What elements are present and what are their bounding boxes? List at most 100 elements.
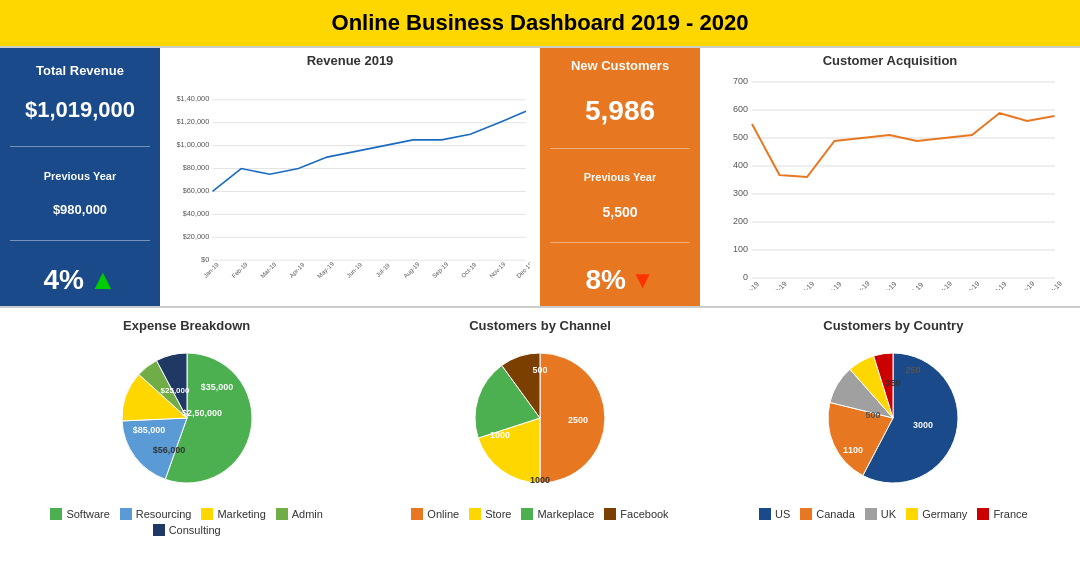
country-title: Customers by Country: [823, 318, 963, 333]
acquisition-chart-area: Customer Acquisition 0 100 200 300 400 5…: [700, 48, 1080, 306]
expense-pie: [122, 353, 252, 483]
new-customers-value: 5,986: [585, 95, 655, 127]
store-label: Store: [485, 508, 511, 520]
svg-text:$85,000: $85,000: [132, 425, 165, 435]
consulting-label: Consulting: [169, 524, 221, 536]
online-label: Online: [427, 508, 459, 520]
total-revenue-label: Total Revenue: [36, 63, 124, 78]
svg-text:500: 500: [532, 365, 547, 375]
legend-facebook: Facebook: [604, 508, 668, 520]
marketing-label: Marketing: [217, 508, 265, 520]
marketplace-label: Markeplace: [537, 508, 594, 520]
uk-color: [865, 508, 877, 520]
canada-label: Canada: [816, 508, 855, 520]
legend-marketing: Marketing: [201, 508, 265, 520]
svg-text:Dec-19: Dec-19: [1042, 280, 1063, 290]
acquisition-chart-title: Customer Acquisition: [710, 53, 1070, 68]
svg-text:May-19: May-19: [316, 260, 336, 280]
total-revenue-value: $1,019,000: [25, 97, 135, 123]
svg-text:Mar-19: Mar-19: [259, 260, 278, 279]
admin-label: Admin: [292, 508, 323, 520]
legend-france: France: [977, 508, 1027, 520]
svg-text:Sep-19: Sep-19: [960, 280, 982, 290]
svg-text:Sep-19: Sep-19: [430, 260, 449, 279]
nc-prev-label: Previous Year: [584, 171, 657, 183]
channel-pie-svg: 2500 1000 1000 500: [440, 338, 640, 503]
revenue-chart-area: Revenue 2019 $0 $20,000 $40,000 $60,000 …: [160, 48, 540, 306]
svg-text:100: 100: [733, 244, 748, 254]
svg-text:400: 400: [733, 160, 748, 170]
new-customers-kpi: New Customers 5,986 Previous Year 5,500 …: [540, 48, 700, 306]
channel-legend: Online Store Markeplace Facebook: [411, 508, 668, 520]
country-pie: [828, 353, 958, 483]
marketing-color: [201, 508, 213, 520]
svg-text:$35,000: $35,000: [200, 382, 233, 392]
svg-text:Jun-19: Jun-19: [878, 280, 898, 290]
svg-text:$80,000: $80,000: [183, 163, 210, 172]
resourcing-label: Resourcing: [136, 508, 192, 520]
svg-text:Jul-19: Jul-19: [906, 281, 925, 290]
legend-resourcing: Resourcing: [120, 508, 192, 520]
facebook-label: Facebook: [620, 508, 668, 520]
expense-legend: Software Resourcing Marketing Admin Cons…: [15, 508, 358, 536]
svg-text:$60,000: $60,000: [183, 186, 210, 195]
svg-text:Oct-19: Oct-19: [988, 280, 1008, 290]
legend-online: Online: [411, 508, 459, 520]
legend-admin: Admin: [276, 508, 323, 520]
country-chart: Customers by Country 3000 1100 500 350 2…: [717, 313, 1070, 583]
germany-color: [906, 508, 918, 520]
france-label: France: [993, 508, 1027, 520]
germany-label: Germany: [922, 508, 967, 520]
arrow-down-icon: ▼: [631, 266, 655, 294]
svg-text:May-19: May-19: [850, 279, 872, 290]
svg-text:600: 600: [733, 104, 748, 114]
legend-us: US: [759, 508, 790, 520]
us-color: [759, 508, 771, 520]
revenue-chart-title: Revenue 2019: [170, 53, 530, 68]
nc-pct-value: 8%: [585, 264, 625, 296]
svg-text:Mar-19: Mar-19: [795, 280, 816, 290]
admin-color: [276, 508, 288, 520]
svg-text:$56,000: $56,000: [152, 445, 185, 455]
expense-breakdown-chart: Expense Breakdown: [10, 313, 363, 583]
svg-text:Oct-19: Oct-19: [460, 260, 478, 278]
legend-software: Software: [50, 508, 109, 520]
svg-text:$25,000: $25,000: [160, 386, 189, 395]
legend-germany: Germany: [906, 508, 967, 520]
svg-text:$0: $0: [201, 255, 209, 264]
canada-color: [800, 508, 812, 520]
svg-text:Nov-19: Nov-19: [1015, 280, 1036, 290]
legend-canada: Canada: [800, 508, 855, 520]
svg-text:500: 500: [733, 132, 748, 142]
svg-text:1000: 1000: [490, 430, 510, 440]
acquisition-chart-svg: 0 100 200 300 400 500 600 700: [710, 70, 1070, 290]
svg-text:Feb-19: Feb-19: [767, 280, 788, 290]
expense-pie-svg: $2,50,000 $85,000 $56,000 $25,000 $35,00…: [87, 338, 287, 503]
svg-text:$1,20,000: $1,20,000: [177, 117, 210, 126]
store-color: [469, 508, 481, 520]
legend-consulting: Consulting: [153, 524, 221, 536]
bottom-section: Expense Breakdown: [0, 308, 1080, 588]
resourcing-color: [120, 508, 132, 520]
software-label: Software: [66, 508, 109, 520]
svg-text:Aug-19: Aug-19: [932, 280, 954, 290]
prev-year-value: $980,000: [53, 202, 107, 217]
pct-value: 4%: [43, 264, 83, 296]
svg-text:$1,40,000: $1,40,000: [177, 94, 210, 103]
svg-text:Jul-19: Jul-19: [374, 261, 391, 278]
nc-pct-change: 8% ▼: [585, 264, 654, 296]
svg-text:500: 500: [866, 410, 881, 420]
legend-store: Store: [469, 508, 511, 520]
svg-text:200: 200: [733, 216, 748, 226]
software-color: [50, 508, 62, 520]
svg-text:0: 0: [743, 272, 748, 282]
uk-label: UK: [881, 508, 896, 520]
new-customers-label: New Customers: [571, 58, 669, 73]
svg-text:2500: 2500: [568, 415, 588, 425]
france-color: [977, 508, 989, 520]
arrow-up-icon: ▲: [89, 264, 117, 296]
svg-text:$1,00,000: $1,00,000: [177, 140, 210, 149]
total-revenue-kpi: Total Revenue $1,019,000 Previous Year $…: [0, 48, 160, 306]
svg-text:3000: 3000: [913, 420, 933, 430]
consulting-color: [153, 524, 165, 536]
